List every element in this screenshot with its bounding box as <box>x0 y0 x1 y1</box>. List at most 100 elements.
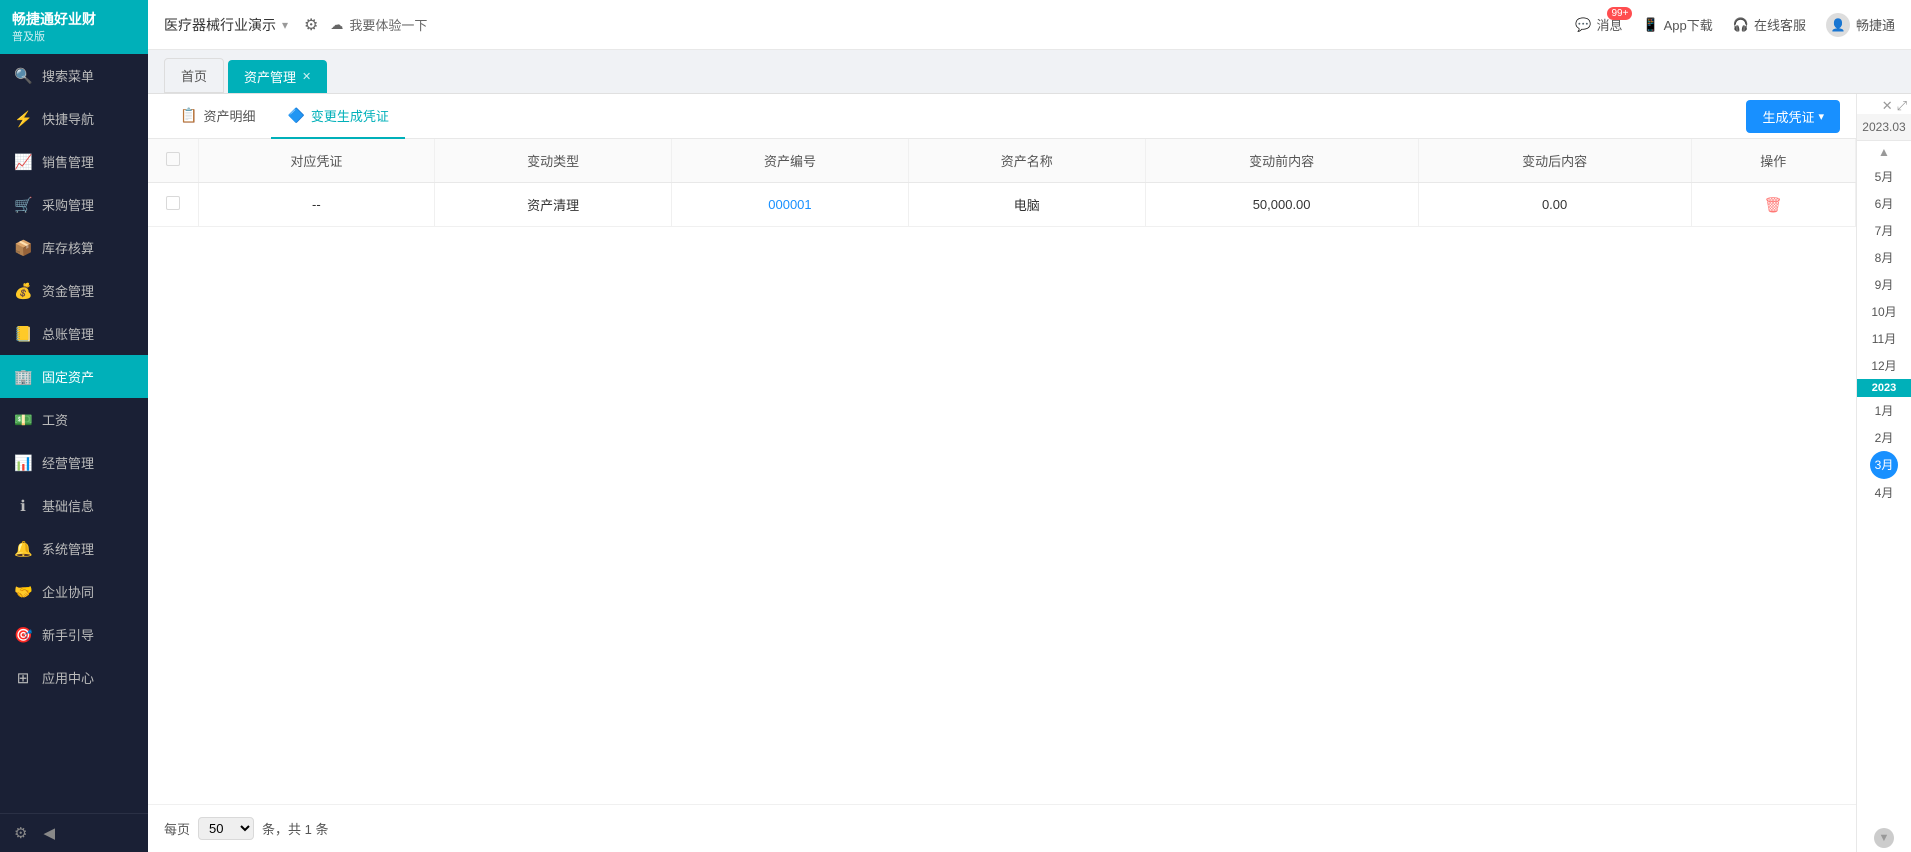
expand-panel-icon[interactable]: ⤢ <box>1897 98 1907 114</box>
sidebar-icon-13: 🎯 <box>14 626 32 644</box>
cloud-icon: ☁ <box>330 17 343 33</box>
col-asset-name: 资产名称 <box>908 139 1145 183</box>
cal-month-1[interactable]: 1月 <box>1857 397 1911 424</box>
select-all-checkbox[interactable] <box>166 152 180 166</box>
col-voucher: 对应凭证 <box>198 139 435 183</box>
company-chevron-icon: ▾ <box>282 18 288 32</box>
cal-month-3-active[interactable]: 3月 <box>1870 451 1898 479</box>
delete-icon[interactable]: 🗑 <box>1764 197 1783 214</box>
sidebar-icon-6: 📒 <box>14 325 32 343</box>
asset-detail-label: 资产明细 <box>203 106 255 125</box>
sidebar-label-2: 销售管理 <box>42 152 94 171</box>
tab-change-voucher[interactable]: 🔷 变更生成凭证 <box>271 94 404 139</box>
row-change-type-0: 资产清理 <box>435 183 672 227</box>
row-action-0[interactable]: 🗑 <box>1691 183 1855 227</box>
row-checkbox-0[interactable] <box>148 183 198 227</box>
table-row: -- 资产清理 000001 电脑 50,000.00 0.00 🗑 <box>148 183 1856 227</box>
row-asset-name-0: 电脑 <box>908 183 1145 227</box>
content-main: 📋 资产明细 🔷 变更生成凭证 生成凭证 ▾ <box>148 94 1856 852</box>
sidebar-item-总账管理[interactable]: 📒总账管理 <box>0 312 148 355</box>
sidebar-item-搜索菜单[interactable]: 🔍搜索菜单 <box>0 54 148 97</box>
messages-icon: 💬 <box>1575 17 1591 33</box>
change-voucher-icon: 🔷 <box>287 107 304 124</box>
sidebar-icon-11: 🔔 <box>14 540 32 558</box>
experience-button[interactable]: ☁ 我要体验一下 <box>330 15 427 34</box>
per-page-select[interactable]: 50 10 20 100 <box>198 817 254 840</box>
sidebar-icon-2: 📈 <box>14 153 32 171</box>
row-asset-no-0: 000001 <box>672 183 909 227</box>
content-area: 📋 资产明细 🔷 变更生成凭证 生成凭证 ▾ <box>148 94 1911 852</box>
sidebar-icon-9: 📊 <box>14 454 32 472</box>
sidebar-label-1: 快捷导航 <box>42 109 94 128</box>
sidebar-icon-8: 💵 <box>14 411 32 429</box>
cal-month-4[interactable]: 4月 <box>1857 479 1911 506</box>
sidebar-label-13: 新手引导 <box>42 625 94 644</box>
sidebar-item-基础信息[interactable]: ℹ基础信息 <box>0 484 148 527</box>
sidebar-item-应用中心[interactable]: ⊞应用中心 <box>0 656 148 699</box>
sidebar-item-资金管理[interactable]: 💰资金管理 <box>0 269 148 312</box>
sidebar-label-14: 应用中心 <box>42 668 94 687</box>
col-asset-no: 资产编号 <box>672 139 909 183</box>
sidebar-item-库存核算[interactable]: 📦 库存核算 <box>0 226 148 269</box>
headset-icon: 🎧 <box>1733 17 1749 33</box>
sidebar-icon-4: 📦 <box>14 239 32 257</box>
sidebar-item-工资[interactable]: 💵 工资 <box>0 398 148 441</box>
data-table: 对应凭证 变动类型 资产编号 资产名称 变动前内容 变动后内容 操作 -- 资产… <box>148 139 1856 227</box>
online-service-button[interactable]: 🎧 在线客服 <box>1733 15 1806 34</box>
sidebar-label-12: 企业协同 <box>42 582 94 601</box>
sidebar-icon-10: ℹ <box>14 497 32 515</box>
topbar: 医疗器械行业演示 ▾ ⚙ ☁ 我要体验一下 💬 消息 99+ 📱 App下载 🎧… <box>148 0 1911 50</box>
sidebar-icon-5: 💰 <box>14 282 32 300</box>
pagination: 每页 50 10 20 100 条，共 1 条 <box>148 804 1856 852</box>
col-before: 变动前内容 <box>1145 139 1418 183</box>
sidebar-item-企业协同[interactable]: 🤝企业协同 <box>0 570 148 613</box>
logo-subtitle: 普及版 <box>12 28 96 44</box>
sidebar: 畅捷通好业财 普及版 🔍搜索菜单⚡快捷导航📈销售管理🛒采购管理📦库存核算💰资金管… <box>0 0 148 852</box>
cal-month-2[interactable]: 2月 <box>1857 424 1911 451</box>
sidebar-icon-1: ⚡ <box>14 110 32 128</box>
app-download-button[interactable]: 📱 App下载 <box>1642 15 1712 34</box>
cal-month-6[interactable]: 6月 <box>1857 190 1911 217</box>
sidebar-item-新手引导[interactable]: 🎯 新手引导 <box>0 613 148 656</box>
settings-icon[interactable]: ⚙ <box>14 824 27 842</box>
sidebar-label-4: 库存核算 <box>42 238 94 257</box>
tab-asset-management[interactable]: 资产管理 ✕ <box>228 60 327 93</box>
topbar-settings-icon[interactable]: ⚙ <box>304 15 318 35</box>
sidebar-item-经营管理[interactable]: 📊 经营管理 <box>0 441 148 484</box>
collapse-icon[interactable]: ◀ <box>43 824 55 842</box>
cal-month-7[interactable]: 7月 <box>1857 217 1911 244</box>
close-panel-icon[interactable]: ✕ <box>1882 98 1893 114</box>
online-service-label: 在线客服 <box>1754 15 1806 34</box>
calendar-down-icon[interactable]: ▼ <box>1857 824 1911 852</box>
tab-asset-detail[interactable]: 📋 资产明细 <box>164 94 271 139</box>
experience-label: 我要体验一下 <box>349 15 427 34</box>
calendar-up-icon[interactable]: ▲ <box>1857 141 1911 163</box>
sidebar-item-固定资产[interactable]: 🏢固定资产 <box>0 355 148 398</box>
cal-month-10[interactable]: 10月 <box>1857 298 1911 325</box>
cal-month-9[interactable]: 9月 <box>1857 271 1911 298</box>
user-profile[interactable]: 👤 畅捷通 <box>1826 13 1895 37</box>
cal-month-11[interactable]: 11月 <box>1857 325 1911 352</box>
username: 畅捷通 <box>1856 15 1895 34</box>
sidebar-label-8: 工资 <box>42 410 68 429</box>
cal-month-8[interactable]: 8月 <box>1857 244 1911 271</box>
company-name: 医疗器械行业演示 <box>164 15 276 35</box>
calendar-items: 5月 6月 7月 8月 9月 10月 11月 12月 2023 1月 2月 3月… <box>1857 163 1911 824</box>
tab-close-icon[interactable]: ✕ <box>302 70 311 83</box>
cal-month-12[interactable]: 12月 <box>1857 352 1911 379</box>
tab-home[interactable]: 首页 <box>164 58 224 93</box>
sidebar-item-销售管理[interactable]: 📈 销售管理 <box>0 140 148 183</box>
sidebar-label-9: 经营管理 <box>42 453 94 472</box>
messages-button[interactable]: 💬 消息 99+ <box>1575 15 1622 34</box>
total-label: 条，共 1 条 <box>262 819 328 838</box>
sidebar-item-采购管理[interactable]: 🛒采购管理 <box>0 183 148 226</box>
calendar-header: 2023.03 <box>1857 114 1911 141</box>
table-container: 对应凭证 变动类型 资产编号 资产名称 变动前内容 变动后内容 操作 -- 资产… <box>148 139 1856 804</box>
sidebar-item-系统管理[interactable]: 🔔系统管理 <box>0 527 148 570</box>
sidebar-item-快捷导航[interactable]: ⚡ 快捷导航 <box>0 97 148 140</box>
generate-voucher-button[interactable]: 生成凭证 ▾ <box>1746 100 1840 133</box>
company-selector[interactable]: 医疗器械行业演示 ▾ <box>164 15 288 35</box>
down-circle-icon[interactable]: ▼ <box>1874 828 1894 848</box>
cal-month-5[interactable]: 5月 <box>1857 163 1911 190</box>
main-area: 医疗器械行业演示 ▾ ⚙ ☁ 我要体验一下 💬 消息 99+ 📱 App下载 🎧… <box>148 0 1911 852</box>
